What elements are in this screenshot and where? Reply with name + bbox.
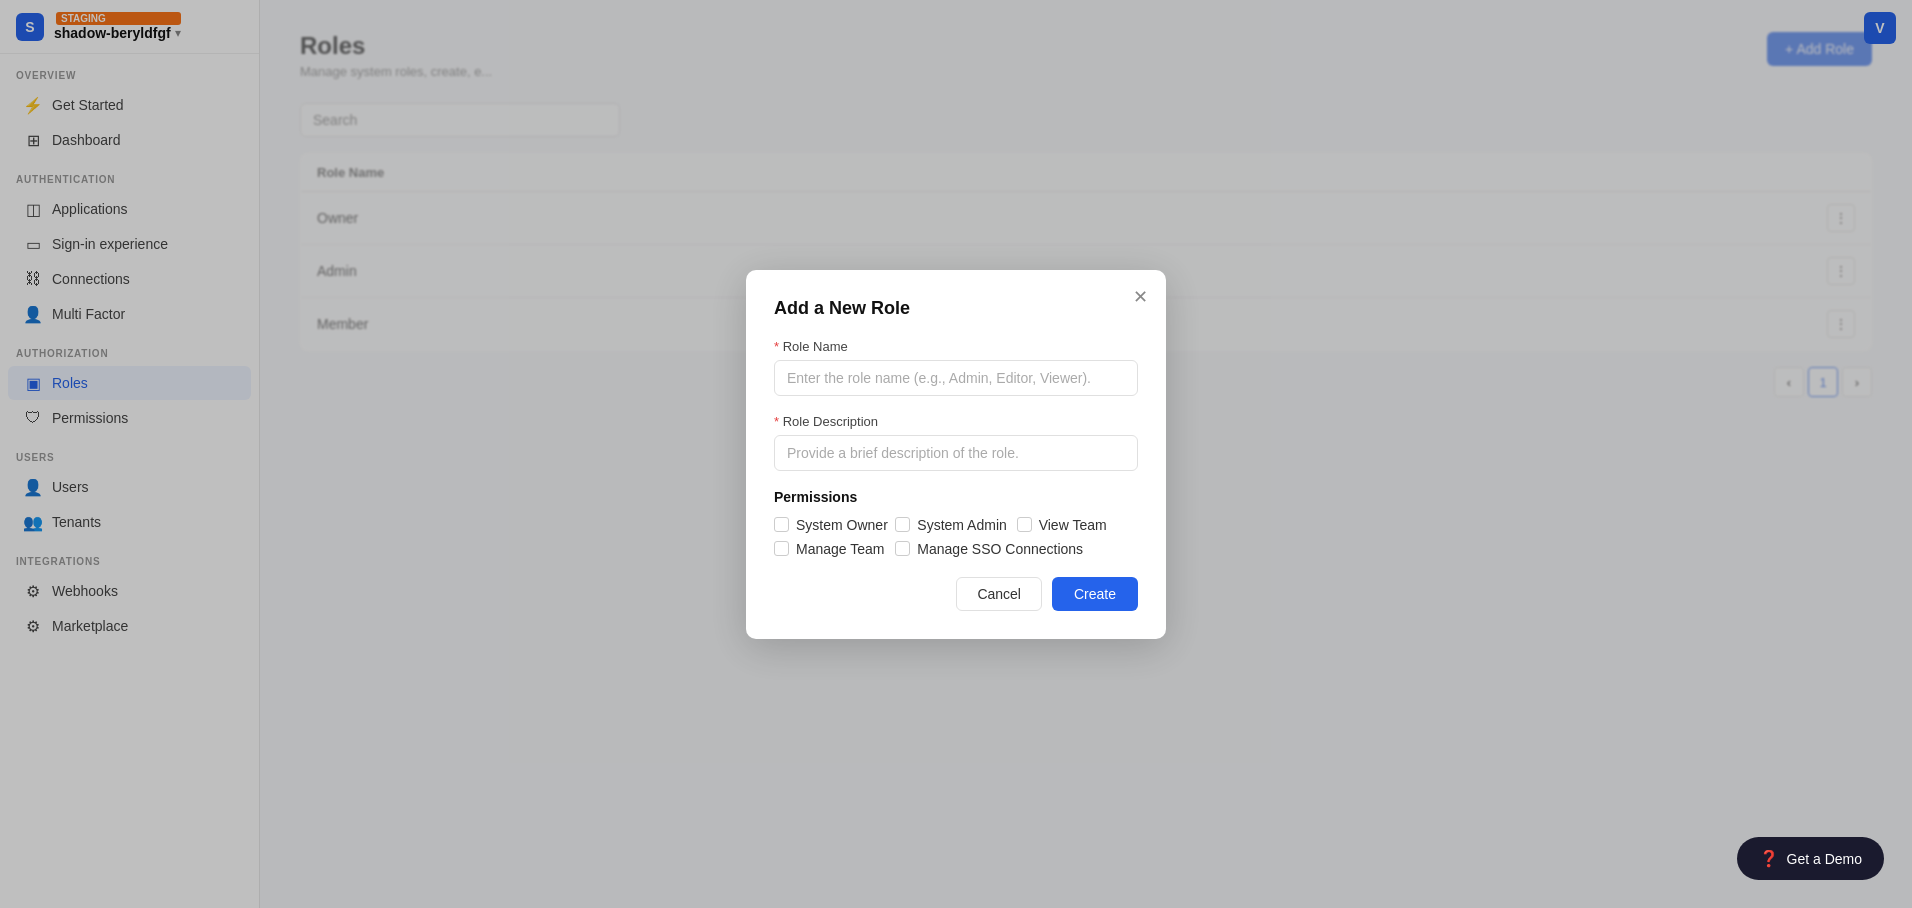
- close-icon[interactable]: ✕: [1133, 288, 1148, 306]
- required-star-2: *: [774, 414, 783, 429]
- modal-overlay: ✕ Add a New Role * Role Name * Role Desc…: [260, 0, 1912, 908]
- perm-manage-team: Manage Team: [774, 541, 895, 557]
- perm-system-owner: System Owner: [774, 517, 895, 533]
- perm-view-team-label: View Team: [1039, 517, 1107, 533]
- main-content-area: V Roles Manage system roles, create, e..…: [260, 0, 1912, 908]
- add-role-modal: ✕ Add a New Role * Role Name * Role Desc…: [746, 270, 1166, 639]
- role-name-group: * Role Name: [774, 339, 1138, 396]
- role-desc-group: * Role Description: [774, 414, 1138, 471]
- perm-manage-team-checkbox[interactable]: [774, 541, 789, 556]
- perm-system-admin: System Admin: [895, 517, 1016, 533]
- perm-system-admin-label: System Admin: [917, 517, 1006, 533]
- role-desc-label: * Role Description: [774, 414, 1138, 429]
- perm-view-team-checkbox[interactable]: [1017, 517, 1032, 532]
- cancel-button[interactable]: Cancel: [956, 577, 1042, 611]
- permissions-label: Permissions: [774, 489, 1138, 505]
- modal-footer: Cancel Create: [774, 577, 1138, 611]
- modal-title: Add a New Role: [774, 298, 1138, 319]
- perm-system-owner-checkbox[interactable]: [774, 517, 789, 532]
- perm-view-team: View Team: [1017, 517, 1138, 533]
- perm-manage-sso: Manage SSO Connections: [895, 541, 1138, 557]
- create-button[interactable]: Create: [1052, 577, 1138, 611]
- perm-system-owner-label: System Owner: [796, 517, 888, 533]
- role-desc-input[interactable]: [774, 435, 1138, 471]
- demo-icon: ❓: [1759, 849, 1779, 868]
- get-demo-label: Get a Demo: [1787, 851, 1862, 867]
- get-demo-button[interactable]: ❓ Get a Demo: [1737, 837, 1884, 880]
- permissions-grid: System Owner System Admin View Team Mana…: [774, 517, 1138, 557]
- perm-manage-sso-label: Manage SSO Connections: [917, 541, 1083, 557]
- perm-manage-sso-checkbox[interactable]: [895, 541, 910, 556]
- role-name-label: * Role Name: [774, 339, 1138, 354]
- perm-system-admin-checkbox[interactable]: [895, 517, 910, 532]
- perm-manage-team-label: Manage Team: [796, 541, 884, 557]
- role-name-input[interactable]: [774, 360, 1138, 396]
- required-star: *: [774, 339, 783, 354]
